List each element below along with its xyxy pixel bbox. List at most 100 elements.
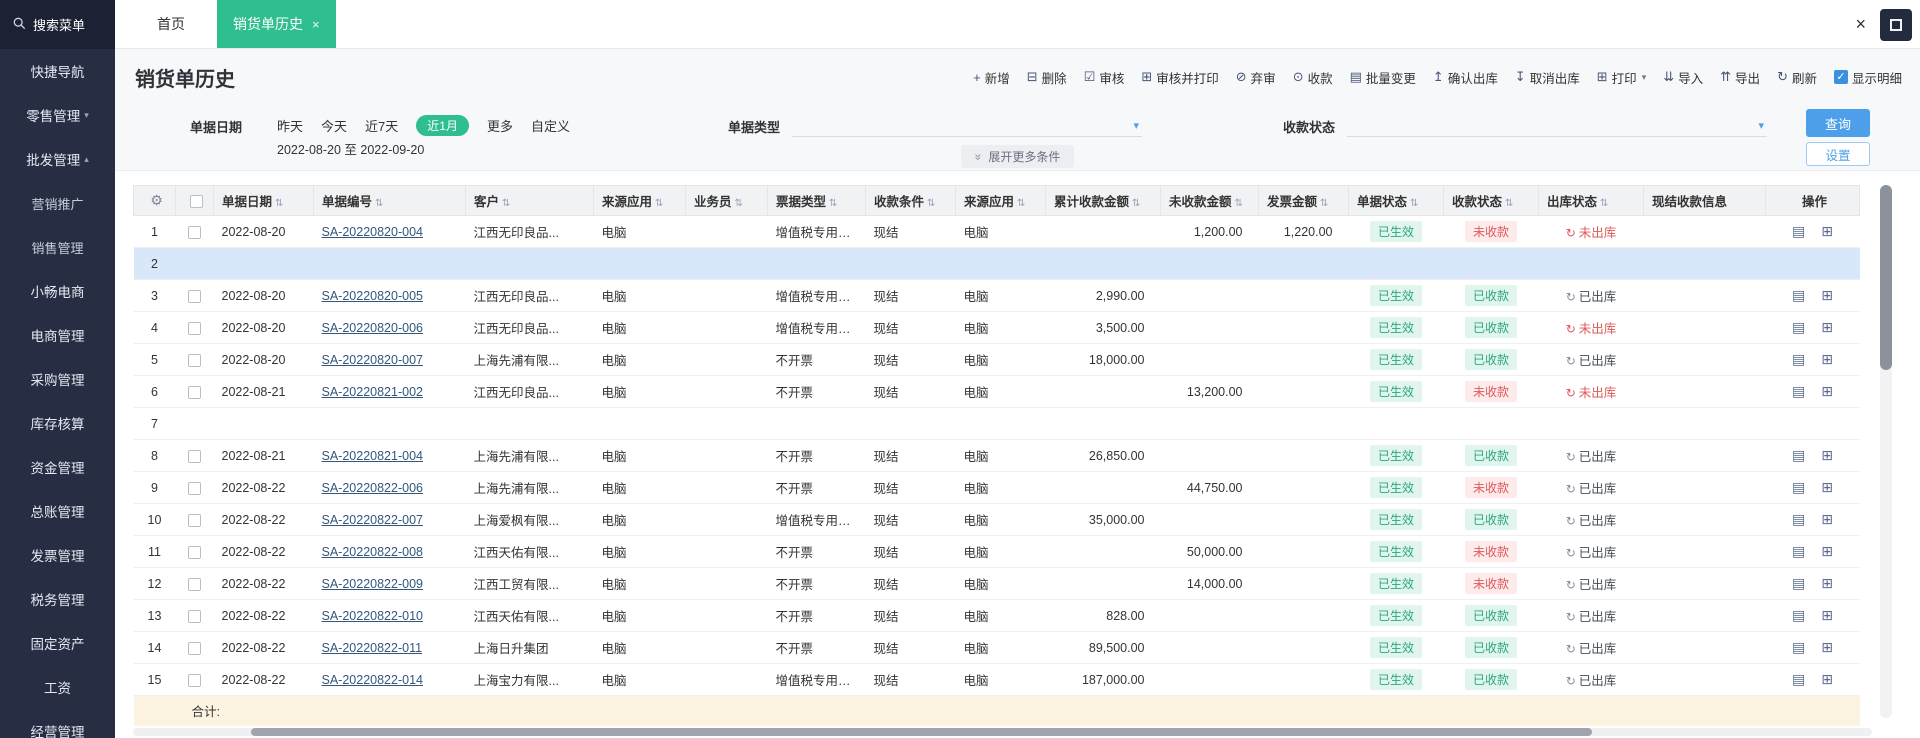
table-row[interactable]: 1 2022-08-20 SA-20220820-004 江西无印良品... 电脑 增值税…	[133, 215, 1860, 248]
sidebar-item-quick-nav[interactable]: 快捷导航	[0, 49, 115, 93]
table-row[interactable]: 15 2022-08-22 SA-20220822-014 上海宝力有限... 电脑 增值…	[133, 663, 1860, 696]
column-header-pay-terms[interactable]: 收款条件 ⇅	[865, 185, 956, 216]
doc-no-link[interactable]: SA-20220820-007	[322, 353, 423, 367]
vertical-scrollbar[interactable]	[1880, 185, 1892, 718]
table-row[interactable]: 14 2022-08-22 SA-20220822-011 上海日升集团 电脑 不开票 现结…	[133, 631, 1860, 664]
sidebar-item-operations[interactable]: 经营管理	[0, 709, 115, 738]
row-checkbox[interactable]	[188, 673, 201, 687]
table-row[interactable]: 3 2022-08-20 SA-20220820-005 江西无印良品... 电脑 增值税…	[133, 279, 1860, 312]
row-detail-icon[interactable]: ▤	[1792, 319, 1805, 335]
row-checkbox[interactable]	[188, 353, 201, 367]
toolbar-import-button[interactable]: ⇊ 导入	[1663, 68, 1703, 87]
close-icon[interactable]: ×	[1851, 14, 1870, 35]
pay-status-select[interactable]: ▾	[1347, 115, 1768, 137]
toolbar-confirm-outbound-button[interactable]: ↥ 确认出库	[1433, 68, 1498, 87]
row-more-icon[interactable]: ⊞	[1821, 607, 1833, 623]
row-checkbox[interactable]	[188, 641, 201, 655]
checkbox-checked-icon[interactable]: ✓	[1833, 70, 1848, 84]
row-more-icon[interactable]: ⊞	[1821, 223, 1833, 239]
sidebar-item-sales[interactable]: 销售管理	[0, 225, 115, 269]
row-more-icon[interactable]: ⊞	[1821, 447, 1833, 463]
doc-no-link[interactable]: SA-20220820-005	[322, 289, 423, 303]
toolbar-print-button[interactable]: ⊞ 打印 ▾	[1597, 68, 1646, 87]
table-row[interactable]: 8 2022-08-21 SA-20220821-004 上海先浦有限... 电脑 不开票…	[133, 439, 1860, 472]
sidebar-item-xiaochang-ecom[interactable]: 小畅电商	[0, 269, 115, 313]
date-option[interactable]: 今天	[321, 116, 347, 135]
row-checkbox[interactable]	[188, 481, 201, 495]
row-detail-icon[interactable]: ▤	[1792, 287, 1805, 303]
sidebar-item-payroll[interactable]: 工资	[0, 665, 115, 709]
column-header-doc-status[interactable]: 单据状态 ⇅	[1348, 185, 1444, 216]
toolbar-batch-change-button[interactable]: ▤ 批量变更	[1350, 68, 1416, 87]
gear-icon[interactable]: ⚙	[150, 192, 163, 208]
column-header-salesman[interactable]: 业务员 ⇅	[685, 185, 768, 216]
row-detail-icon[interactable]: ▤	[1792, 479, 1805, 495]
sidebar-item-inventory-accounting[interactable]: 库存核算	[0, 401, 115, 445]
column-header-pay-status[interactable]: 收款状态 ⇅	[1443, 185, 1539, 216]
date-option[interactable]: 近1月	[416, 115, 469, 136]
select-all-checkbox[interactable]	[190, 194, 203, 208]
sidebar-search[interactable]: 搜索菜单	[0, 0, 115, 49]
column-header-out-status[interactable]: 出库状态 ⇅	[1538, 185, 1644, 216]
date-option[interactable]: 自定义	[531, 116, 570, 135]
toolbar-refresh-button[interactable]: ↻ 刷新	[1777, 68, 1817, 87]
tab-close-icon[interactable]: ×	[312, 17, 320, 32]
toolbar-show-detail[interactable]: ✓ 显示明细	[1833, 68, 1902, 87]
column-settings[interactable]: ⚙	[133, 185, 176, 216]
date-option[interactable]: 近7天	[365, 116, 398, 135]
doc-no-link[interactable]: SA-20220822-009	[322, 577, 423, 591]
table-row[interactable]: 7	[133, 407, 1860, 440]
table-row[interactable]: 5 2022-08-20 SA-20220820-007 上海先浦有限... 电脑 不开票…	[133, 343, 1860, 376]
doc-no-link[interactable]: SA-20220822-014	[322, 673, 423, 687]
doc-type-select[interactable]: ▾	[792, 115, 1143, 137]
column-header-date[interactable]: 单据日期 ⇅	[213, 185, 314, 216]
column-header-invoice-type[interactable]: 票据类型 ⇅	[767, 185, 866, 216]
table-row[interactable]: 6 2022-08-21 SA-20220821-002 江西无印良品... 电脑 不开票…	[133, 375, 1860, 408]
sidebar-item-tax[interactable]: 税务管理	[0, 577, 115, 621]
doc-no-link[interactable]: SA-20220822-008	[322, 545, 423, 559]
doc-no-link[interactable]: SA-20220821-002	[322, 385, 423, 399]
table-row[interactable]: 2	[133, 247, 1860, 280]
date-option[interactable]: 更多	[487, 116, 513, 135]
table-row[interactable]: 13 2022-08-22 SA-20220822-010 江西天佑有限... 电脑 不开…	[133, 599, 1860, 632]
doc-no-link[interactable]: SA-20220821-004	[322, 449, 423, 463]
toolbar-audit-print-button[interactable]: ⊞ 审核并打印	[1141, 68, 1218, 87]
row-detail-icon[interactable]: ▤	[1792, 543, 1805, 559]
sidebar-item-general-ledger[interactable]: 总账管理	[0, 489, 115, 533]
doc-no-link[interactable]: SA-20220820-004	[322, 225, 423, 239]
horizontal-scrollbar-thumb[interactable]	[251, 728, 1592, 736]
table-row[interactable]: 11 2022-08-22 SA-20220822-008 江西天佑有限... 电脑 不开…	[133, 535, 1860, 568]
column-header-invoice-amount[interactable]: 发票金额 ⇅	[1258, 185, 1349, 216]
row-more-icon[interactable]: ⊞	[1821, 639, 1833, 655]
sidebar-item-funds[interactable]: 资金管理	[0, 445, 115, 489]
row-detail-icon[interactable]: ▤	[1792, 671, 1805, 687]
sidebar-item-marketing[interactable]: 营销推广	[0, 181, 115, 225]
row-detail-icon[interactable]: ▤	[1792, 223, 1805, 239]
horizontal-scrollbar[interactable]	[133, 728, 1872, 736]
doc-no-link[interactable]: SA-20220820-006	[322, 321, 423, 335]
fullscreen-icon[interactable]	[1880, 8, 1912, 41]
sidebar-item-ecommerce[interactable]: 电商管理	[0, 313, 115, 357]
query-button[interactable]: 查询	[1806, 109, 1870, 137]
date-range-value[interactable]: 2022-08-20 至 2022-09-20	[277, 139, 424, 158]
row-detail-icon[interactable]: ▤	[1792, 639, 1805, 655]
row-more-icon[interactable]: ⊞	[1821, 287, 1833, 303]
row-more-icon[interactable]: ⊞	[1821, 671, 1833, 687]
toolbar-add-button[interactable]: + 新增	[973, 68, 1010, 87]
sidebar-item-wholesale[interactable]: 批发管理 ▴	[0, 137, 115, 181]
row-detail-icon[interactable]: ▤	[1792, 351, 1805, 367]
row-checkbox[interactable]	[188, 513, 201, 527]
row-more-icon[interactable]: ⊞	[1821, 479, 1833, 495]
sidebar-item-fixed-assets[interactable]: 固定资产	[0, 621, 115, 665]
row-checkbox[interactable]	[188, 449, 201, 463]
row-detail-icon[interactable]: ▤	[1792, 383, 1805, 399]
row-more-icon[interactable]: ⊞	[1821, 511, 1833, 527]
toolbar-delete-button[interactable]: ⊟ 删除	[1027, 68, 1067, 87]
toolbar-abandon-audit-button[interactable]: ⊘ 弃审	[1236, 68, 1276, 87]
settings-button[interactable]: 设置	[1806, 142, 1870, 166]
column-header-unreceived[interactable]: 未收款金额 ⇅	[1160, 185, 1259, 216]
table-row[interactable]: 10 2022-08-22 SA-20220822-007 上海爱枫有限... 电脑 增值…	[133, 503, 1860, 536]
row-more-icon[interactable]: ⊞	[1821, 575, 1833, 591]
select-all[interactable]	[175, 185, 214, 216]
row-detail-icon[interactable]: ▤	[1792, 511, 1805, 527]
